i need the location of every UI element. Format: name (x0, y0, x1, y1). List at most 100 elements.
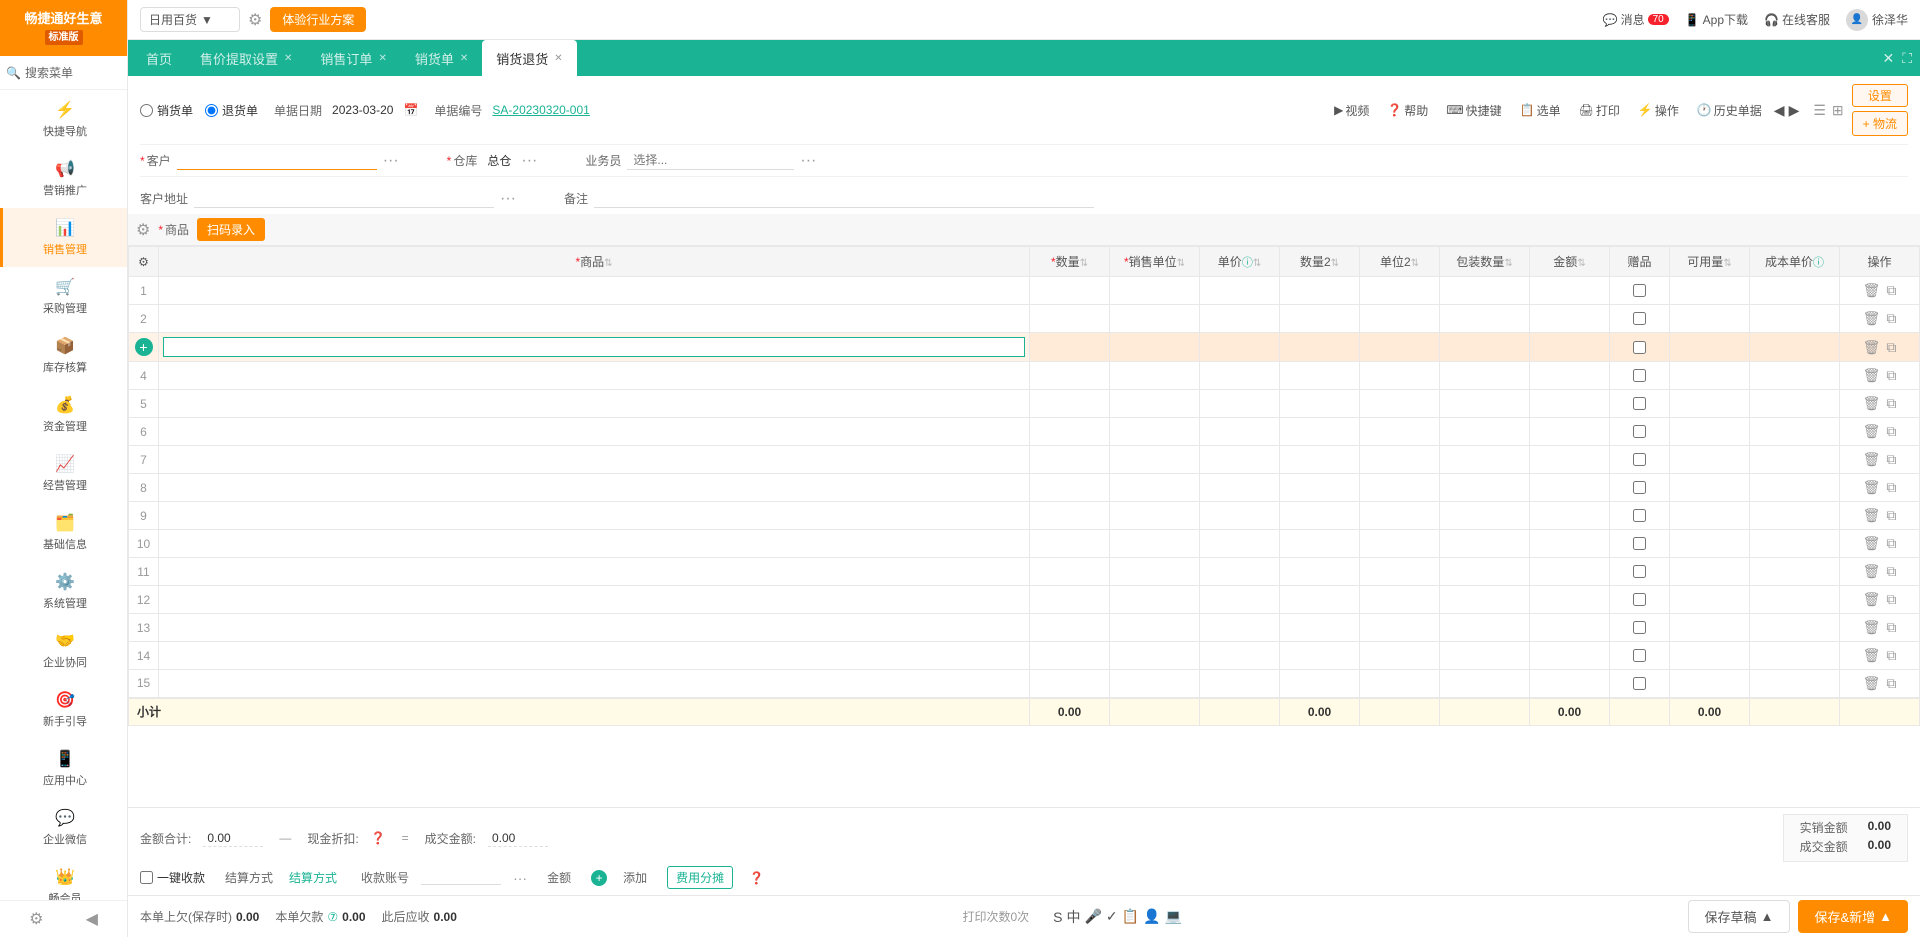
row-amount[interactable] (1530, 418, 1610, 446)
row-amount[interactable] (1530, 277, 1610, 305)
row-unit-price[interactable] (1200, 670, 1280, 698)
tool-icon-3[interactable]: 🎤 (1084, 908, 1101, 925)
account-dots[interactable]: ··· (513, 870, 527, 886)
row-amount[interactable] (1530, 670, 1610, 698)
row-product[interactable] (159, 390, 1030, 418)
split-view-icon[interactable]: ⊞ (1832, 102, 1844, 119)
row-pack-qty[interactable] (1440, 558, 1530, 586)
action-shortcut[interactable]: ⌨ 快捷键 (1440, 99, 1507, 122)
row-quantity[interactable] (1030, 277, 1110, 305)
row-sales-unit[interactable] (1110, 474, 1200, 502)
staff-dots[interactable]: ··· (800, 152, 816, 170)
tab-sales-delivery[interactable]: 销货单 ✕ (401, 40, 482, 76)
sidebar-item-guide[interactable]: 🎯 新手引导 (0, 680, 127, 739)
user-info[interactable]: 👤 徐泽华 (1846, 9, 1908, 31)
one-click-payment[interactable]: 一键收款 (140, 869, 205, 886)
row-sales-unit[interactable] (1110, 586, 1200, 614)
action-operate[interactable]: ⚡ 操作 (1632, 99, 1685, 122)
row-unit2[interactable] (1360, 502, 1440, 530)
scan-button[interactable]: 扫码录入 (197, 218, 265, 241)
row-quantity[interactable] (1030, 446, 1110, 474)
sidebar-item-sales[interactable]: 📊 销售管理 (0, 208, 127, 267)
row-pack-qty[interactable] (1440, 502, 1530, 530)
row-amount[interactable] (1530, 530, 1610, 558)
action-select[interactable]: 📋 选单 (1514, 99, 1567, 122)
row-pack-qty[interactable] (1440, 586, 1530, 614)
row-product[interactable] (159, 586, 1030, 614)
row-unit-price[interactable] (1200, 642, 1280, 670)
save-new-btn[interactable]: 保存&新增 ▲ (1798, 900, 1908, 933)
gift-checkbox[interactable] (1633, 481, 1646, 494)
delete-row-icon[interactable]: 🗑 (1863, 423, 1881, 440)
row-unit-price[interactable] (1200, 502, 1280, 530)
row-product[interactable] (159, 474, 1030, 502)
row-sales-unit[interactable] (1110, 502, 1200, 530)
row-unit2[interactable] (1360, 530, 1440, 558)
tool-icon-6[interactable]: 👤 (1143, 908, 1160, 925)
row-gift[interactable] (1610, 642, 1670, 670)
row-quantity[interactable] (1030, 530, 1110, 558)
row-pack-qty[interactable] (1440, 418, 1530, 446)
row-gift[interactable] (1610, 305, 1670, 333)
row-sales-unit[interactable] (1110, 530, 1200, 558)
delete-row-icon[interactable]: 🗑 (1863, 451, 1881, 468)
online-service-btn[interactable]: 🎧 在线客服 (1764, 11, 1830, 28)
row-unit2[interactable] (1360, 558, 1440, 586)
row-unit2[interactable] (1360, 390, 1440, 418)
delete-row-icon[interactable]: 🗑 (1863, 675, 1881, 692)
row-unit-price[interactable] (1200, 446, 1280, 474)
fee-help-icon[interactable]: ❓ (749, 871, 764, 885)
customer-input[interactable] (177, 151, 377, 170)
copy-row-icon[interactable]: ⧉ (1886, 423, 1896, 440)
gift-checkbox[interactable] (1633, 565, 1646, 578)
copy-row-icon[interactable]: ⧉ (1886, 591, 1896, 608)
row-sales-unit[interactable] (1110, 305, 1200, 333)
row-gift[interactable] (1610, 558, 1670, 586)
save-draft-btn[interactable]: 保存草稿 ▲ (1688, 900, 1791, 933)
row-amount[interactable] (1530, 614, 1610, 642)
row-unit-price[interactable] (1200, 418, 1280, 446)
row-unit2[interactable] (1360, 418, 1440, 446)
sidebar-item-system[interactable]: ⚙️ 系统管理 (0, 562, 127, 621)
address-input[interactable] (194, 189, 494, 208)
row-unit-price[interactable] (1200, 277, 1280, 305)
row-gift[interactable] (1610, 277, 1670, 305)
row-gift[interactable] (1610, 530, 1670, 558)
row-qty2[interactable] (1280, 530, 1360, 558)
radio-return[interactable]: 退货单 (205, 102, 258, 119)
delete-row-icon[interactable]: 🗑 (1863, 647, 1881, 664)
action-print[interactable]: 🖨 打印 (1573, 99, 1626, 122)
row-product[interactable] (159, 418, 1030, 446)
tab-home[interactable]: 首页 (132, 40, 186, 76)
row-unit2-active[interactable] (1360, 333, 1440, 362)
row-product[interactable] (159, 277, 1030, 305)
tool-icon-7[interactable]: 💻 (1165, 908, 1182, 925)
account-input[interactable] (421, 870, 501, 885)
settings-bottom-icon[interactable]: ⚙ (29, 909, 43, 929)
copy-row-icon[interactable]: ⧉ (1886, 563, 1896, 580)
row-product[interactable] (159, 614, 1030, 642)
row-amount[interactable] (1530, 502, 1610, 530)
row-unit2[interactable] (1360, 474, 1440, 502)
row-amount[interactable] (1530, 362, 1610, 390)
settings-btn[interactable]: 设置 (1852, 84, 1908, 107)
row-amount[interactable] (1530, 642, 1610, 670)
row-sales-unit[interactable] (1110, 362, 1200, 390)
col-unit-sort[interactable]: ⇅ (1177, 258, 1185, 269)
row-gift[interactable] (1610, 614, 1670, 642)
row-qty2[interactable] (1280, 277, 1360, 305)
row-quantity[interactable] (1030, 670, 1110, 698)
row-unit2[interactable] (1360, 362, 1440, 390)
delete-row-icon[interactable]: 🗑 (1863, 591, 1881, 608)
copy-row-icon[interactable]: ⧉ (1886, 282, 1896, 299)
sidebar-item-marketing[interactable]: 📢 营销推广 (0, 149, 127, 208)
row-sales-unit[interactable] (1110, 614, 1200, 642)
row-unit-price[interactable] (1200, 586, 1280, 614)
delete-row-icon[interactable]: 🗑 (1863, 310, 1881, 327)
delete-row-active-icon[interactable]: 🗑 (1863, 339, 1881, 356)
row-pack-qty[interactable] (1440, 670, 1530, 698)
trial-button[interactable]: 体验行业方案 (270, 7, 366, 32)
row-qty2[interactable] (1280, 390, 1360, 418)
gift-checkbox-active[interactable] (1633, 341, 1646, 354)
sidebar-item-search[interactable]: 🔍 搜索菜单 (0, 56, 127, 90)
